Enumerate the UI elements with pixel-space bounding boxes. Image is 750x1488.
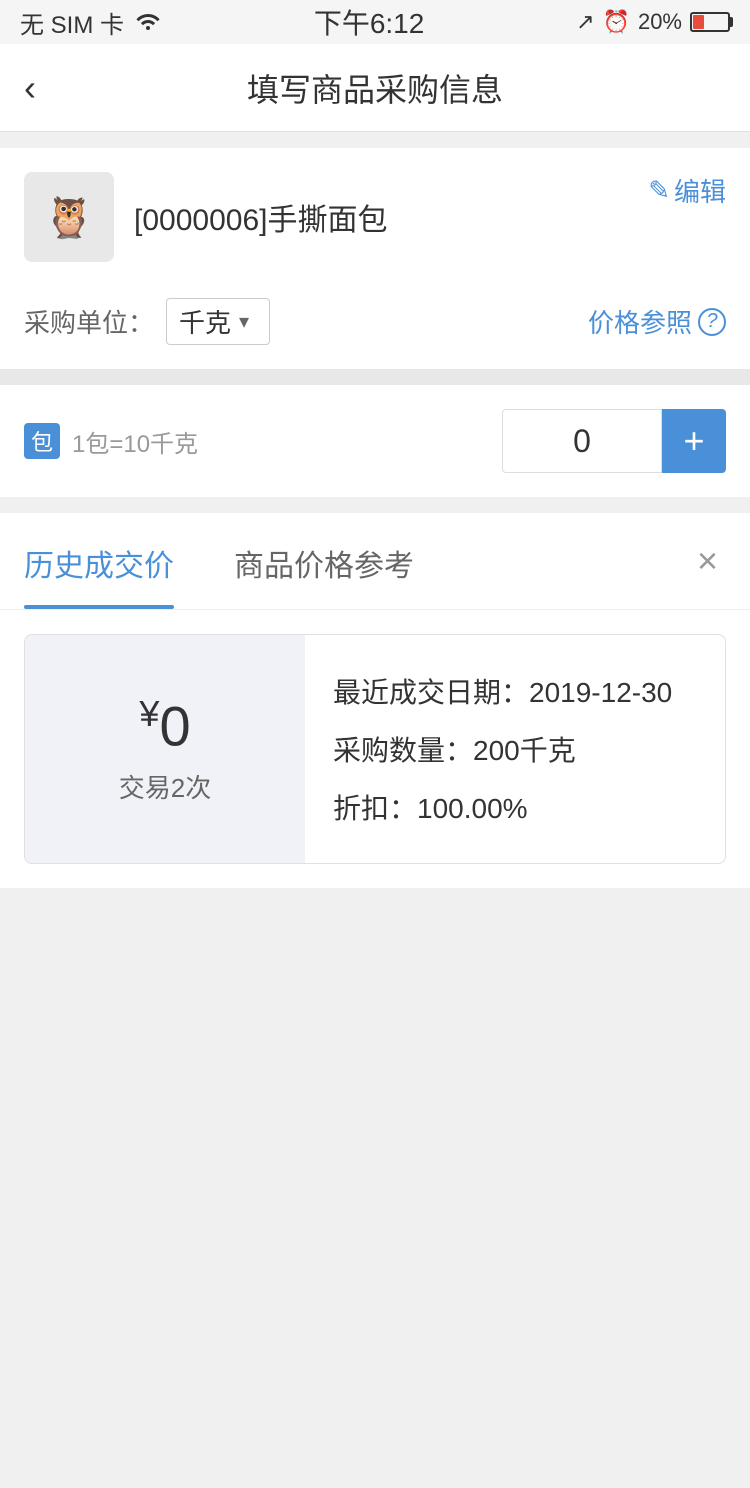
purchase-qty-label: 采购数量： xyxy=(333,735,473,766)
status-bar: 无 SIM 卡 下午6:12 ↗ ⏰ 20% xyxy=(0,0,750,44)
price-reference-panel: 历史成交价 商品价格参考 × ¥0 交易2次 最近成交日期：2019-12-30… xyxy=(0,513,750,888)
page-background xyxy=(0,888,750,1488)
battery-icon xyxy=(690,12,730,32)
quantity-plus-button[interactable]: + xyxy=(662,409,726,473)
purchase-qty-row: 采购数量：200千克 xyxy=(333,729,697,769)
help-icon: ? xyxy=(698,308,726,336)
tab-history-price[interactable]: 历史成交价 xyxy=(24,513,174,609)
unit-select-button[interactable]: 千克 ▾ xyxy=(166,298,270,345)
product-thumbnail: 🦉 xyxy=(24,172,114,262)
edit-icon: ✎ xyxy=(648,175,670,206)
discount-value: 100.00% xyxy=(417,793,528,824)
panel-content: ¥0 交易2次 最近成交日期：2019-12-30 采购数量：200千克 折扣：… xyxy=(0,610,750,888)
quantity-input[interactable] xyxy=(502,409,662,473)
wifi-icon xyxy=(134,8,162,37)
panel-tabs: 历史成交价 商品价格参考 × xyxy=(0,513,750,610)
unit-value: 千克 xyxy=(179,303,231,340)
location-icon: ↗ xyxy=(576,9,594,35)
edit-label: 编辑 xyxy=(674,172,726,209)
back-button[interactable]: ‹ xyxy=(24,67,36,109)
history-card: ¥0 交易2次 最近成交日期：2019-12-30 采购数量：200千克 折扣：… xyxy=(24,634,726,864)
purchase-qty-value: 200千克 xyxy=(473,735,576,766)
discount-row: 折扣：100.00% xyxy=(333,787,697,827)
yen-symbol: ¥ xyxy=(139,693,159,734)
tab-product-label: 商品价格参考 xyxy=(234,550,414,583)
edit-button[interactable]: ✎ 编辑 xyxy=(648,172,726,209)
recent-date-value: 2019-12-30 xyxy=(529,677,672,708)
history-price: ¥0 xyxy=(139,693,190,759)
section-divider xyxy=(0,369,750,385)
history-left: ¥0 交易2次 xyxy=(25,635,305,863)
nav-bar: ‹ 填写商品采购信息 xyxy=(0,44,750,132)
unit-left: 采购单位： 千克 ▾ xyxy=(24,298,270,345)
product-left: 🦉 [0000006]手撕面包 xyxy=(24,172,387,262)
unit-box-label: 包 xyxy=(31,425,53,457)
panel-close-button[interactable]: × xyxy=(689,532,726,590)
tabs-group: 历史成交价 商品价格参考 xyxy=(24,513,414,609)
price-reference-button[interactable]: 价格参照 ? xyxy=(588,303,726,340)
quantity-input-group: + xyxy=(502,409,726,473)
tab-product-price-ref[interactable]: 商品价格参考 xyxy=(234,513,414,609)
quantity-unit: 包 1包=10千克 xyxy=(24,423,198,459)
dropdown-arrow-icon: ▾ xyxy=(239,309,249,334)
status-left: 无 SIM 卡 xyxy=(20,5,162,40)
product-unit-row: 采购单位： 千克 ▾ 价格参照 ? xyxy=(24,282,726,369)
discount-label: 折扣： xyxy=(333,793,417,824)
history-right: 最近成交日期：2019-12-30 采购数量：200千克 折扣：100.00% xyxy=(305,635,725,863)
alarm-icon: ⏰ xyxy=(603,9,630,35)
product-header: 🦉 [0000006]手撕面包 ✎ 编辑 xyxy=(24,172,726,282)
quantity-row: 包 1包=10千克 + xyxy=(0,385,750,497)
page-title: 填写商品采购信息 xyxy=(247,65,503,111)
unit-conversion: 1包=10千克 xyxy=(72,424,198,459)
price-value: 0 xyxy=(159,694,190,757)
battery-percent: 20% xyxy=(638,9,682,35)
status-right: ↗ ⏰ 20% xyxy=(576,9,730,35)
recent-date-row: 最近成交日期：2019-12-30 xyxy=(333,671,697,711)
status-time: 下午6:12 xyxy=(314,2,425,42)
plus-icon: + xyxy=(683,420,704,462)
carrier-label: 无 SIM 卡 xyxy=(20,5,124,40)
transaction-count: 交易2次 xyxy=(119,768,211,805)
product-card: 🦉 [0000006]手撕面包 ✎ 编辑 采购单位： 千克 ▾ 价格参照 ? xyxy=(0,148,750,369)
product-name: [0000006]手撕面包 xyxy=(134,195,387,239)
tab-history-label: 历史成交价 xyxy=(24,550,174,583)
recent-date-label: 最近成交日期： xyxy=(333,677,529,708)
price-ref-label: 价格参照 xyxy=(588,303,692,340)
unit-label: 采购单位： xyxy=(24,303,154,340)
unit-box: 包 xyxy=(24,423,60,459)
